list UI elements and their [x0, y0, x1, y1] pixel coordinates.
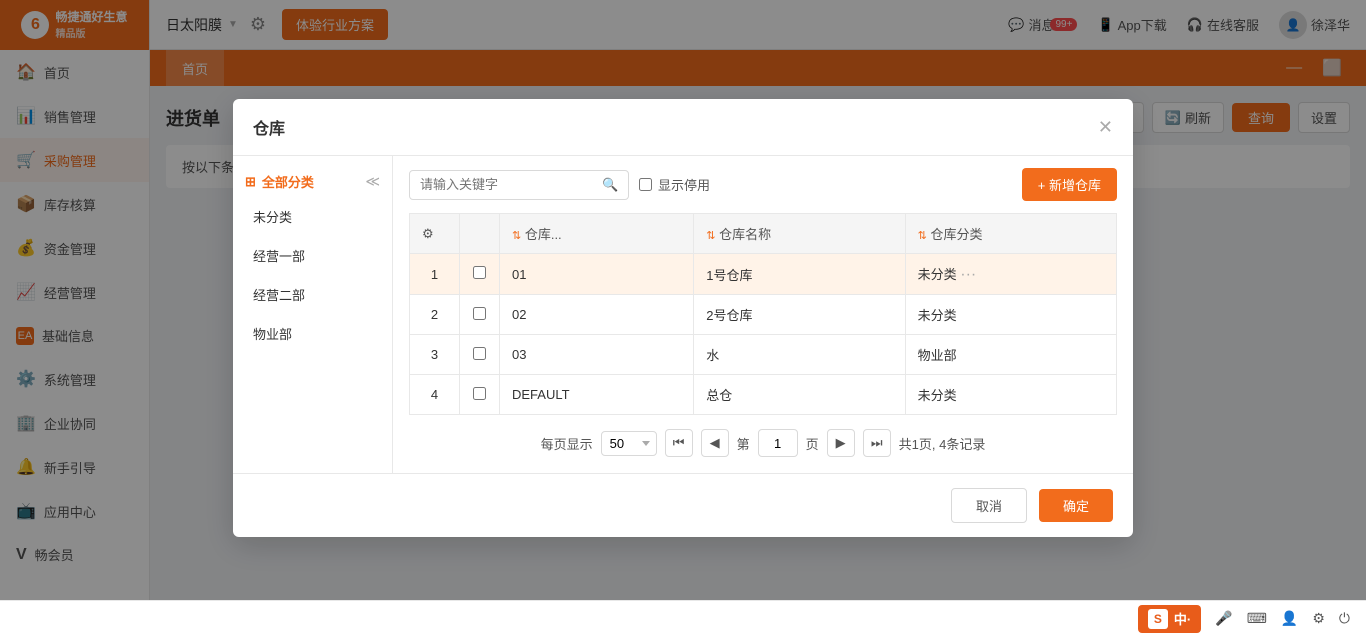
- brand-label: 中·: [1174, 609, 1191, 628]
- row-code: 01: [500, 254, 694, 295]
- per-page-select[interactable]: 50 100 200: [601, 431, 657, 456]
- row-category: 未分类: [905, 375, 1116, 415]
- row-code: 03: [500, 335, 694, 375]
- sort-icon: ⇅: [512, 230, 521, 242]
- next-page-button[interactable]: ▶: [827, 429, 855, 457]
- table-head: ⚙ ⇅ 仓库... ⇅ 仓库名称 ⇅: [410, 214, 1117, 254]
- cat-item-ops2[interactable]: 经营二部: [233, 275, 392, 314]
- taskbar: S 中· 🎤 ⌨ 👤 ⚙ ⏻: [0, 600, 1366, 636]
- page-label: 第: [737, 434, 750, 453]
- cancel-button[interactable]: 取消: [951, 488, 1027, 523]
- confirm-button[interactable]: 确定: [1039, 489, 1113, 522]
- warehouse-modal: 仓库 ✕ ⊞ 全部分类 ≪ 未分类 经营一部 经营二部 物业部: [233, 99, 1133, 537]
- table-area: 🔍 显示停用 + 新增仓库 ⚙ ⇅: [393, 156, 1133, 473]
- show-disabled-label[interactable]: 显示停用: [639, 175, 710, 194]
- table-row[interactable]: 4 DEFAULT 总仓 未分类: [410, 375, 1117, 415]
- category-sidebar: ⊞ 全部分类 ≪ 未分类 经营一部 经营二部 物业部: [233, 156, 393, 473]
- pagination: 每页显示 50 100 200 ⏮ ◀ 第 页 ▶ ⏭ 共1页, 4条记录: [409, 415, 1117, 461]
- page-input[interactable]: [758, 429, 798, 457]
- power-icon[interactable]: ⏻: [1339, 610, 1350, 627]
- keyboard-icon[interactable]: ⌨: [1247, 610, 1267, 627]
- row-cb[interactable]: [460, 375, 500, 415]
- col-name: ⇅ 仓库名称: [694, 214, 905, 254]
- warehouse-table: ⚙ ⇅ 仓库... ⇅ 仓库名称 ⇅: [409, 213, 1117, 415]
- cat-item-unclassified[interactable]: 未分类: [233, 197, 392, 236]
- table-body: 1 01 1号仓库 未分类 ··· 2 02 2号仓库 未分类: [410, 254, 1117, 415]
- modal-overlay[interactable]: 仓库 ✕ ⊞ 全部分类 ≪ 未分类 经营一部 经营二部 物业部: [0, 0, 1366, 636]
- row-num: 3: [410, 335, 460, 375]
- row-name: 水: [694, 335, 905, 375]
- all-categories-label: 全部分类: [262, 172, 314, 191]
- total-records: 共1页, 4条记录: [899, 434, 986, 453]
- modal-title: 仓库: [253, 115, 285, 139]
- modal-close-button[interactable]: ✕: [1098, 118, 1113, 136]
- row-name: 总仓: [694, 375, 905, 415]
- row-cb[interactable]: [460, 254, 500, 295]
- collapse-icon[interactable]: ≪: [365, 173, 380, 190]
- show-disabled-text: 显示停用: [658, 175, 710, 194]
- brand-icon: S: [1148, 609, 1168, 629]
- grid-icon: ⊞: [245, 174, 256, 190]
- modal-header: 仓库 ✕: [233, 99, 1133, 156]
- first-page-button[interactable]: ⏮: [665, 429, 693, 457]
- row-name: 1号仓库: [694, 254, 905, 295]
- category-header: ⊞ 全部分类 ≪: [233, 166, 392, 197]
- row-cb[interactable]: [460, 295, 500, 335]
- cat-item-ops1[interactable]: 经营一部: [233, 236, 392, 275]
- row-category: 未分类 ···: [905, 254, 1116, 295]
- search-box: 🔍: [409, 170, 629, 200]
- col-code: ⇅ 仓库...: [500, 214, 694, 254]
- row-code: DEFAULT: [500, 375, 694, 415]
- table-row[interactable]: 3 03 水 物业部: [410, 335, 1117, 375]
- search-icon: 🔍: [602, 177, 618, 193]
- add-warehouse-button[interactable]: + 新增仓库: [1022, 168, 1117, 201]
- mic-icon[interactable]: 🎤: [1215, 610, 1232, 627]
- col-category: ⇅ 仓库分类: [905, 214, 1116, 254]
- category-list: 未分类 经营一部 经营二部 物业部: [233, 197, 392, 463]
- row-code: 02: [500, 295, 694, 335]
- row-num: 2: [410, 295, 460, 335]
- table-toolbar: 🔍 显示停用 + 新增仓库: [409, 168, 1117, 201]
- settings-taskbar-icon[interactable]: ⚙: [1312, 610, 1325, 627]
- row-category: 物业部: [905, 335, 1116, 375]
- modal-body: ⊞ 全部分类 ≪ 未分类 经营一部 经营二部 物业部: [233, 156, 1133, 473]
- per-page-label: 每页显示: [541, 434, 593, 453]
- prev-page-button[interactable]: ◀: [701, 429, 729, 457]
- row-category: 未分类: [905, 295, 1116, 335]
- show-disabled-checkbox[interactable]: [639, 178, 652, 191]
- search-input[interactable]: [420, 177, 596, 192]
- sort-icon: ⇅: [918, 230, 927, 242]
- modal-footer: 取消 确定: [233, 473, 1133, 537]
- sort-icon: ⇅: [706, 230, 715, 242]
- row-cb[interactable]: [460, 335, 500, 375]
- cat-item-property[interactable]: 物业部: [233, 314, 392, 353]
- taskbar-brand: S 中·: [1138, 605, 1201, 633]
- table-header-row: ⚙ ⇅ 仓库... ⇅ 仓库名称 ⇅: [410, 214, 1117, 254]
- table-row[interactable]: 1 01 1号仓库 未分类 ···: [410, 254, 1117, 295]
- table-row[interactable]: 2 02 2号仓库 未分类: [410, 295, 1117, 335]
- row-name: 2号仓库: [694, 295, 905, 335]
- col-settings: ⚙: [410, 214, 460, 254]
- last-page-button[interactable]: ⏭: [863, 429, 891, 457]
- page-suffix: 页: [806, 434, 819, 453]
- person-icon[interactable]: 👤: [1281, 610, 1298, 627]
- row-num: 1: [410, 254, 460, 295]
- row-num: 4: [410, 375, 460, 415]
- all-categories-item[interactable]: ⊞ 全部分类: [245, 172, 314, 191]
- col-checkbox: [460, 214, 500, 254]
- row-actions-btn[interactable]: ···: [960, 266, 976, 284]
